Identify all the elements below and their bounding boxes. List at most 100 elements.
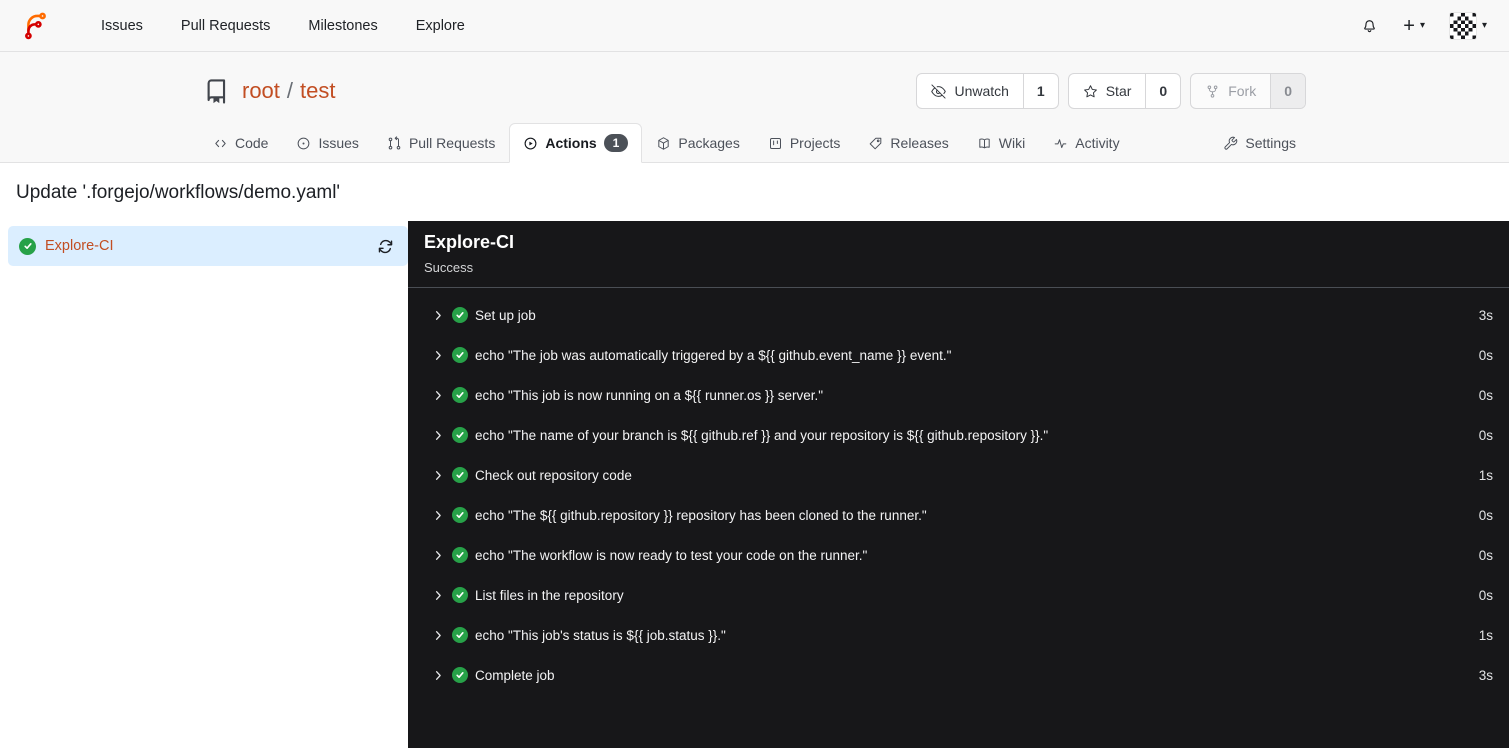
- step-row[interactable]: List files in the repository 0s: [408, 575, 1509, 615]
- repo-tabs: Code Issues Pull Requests Actions 1 Pack…: [191, 123, 1318, 164]
- watch-count[interactable]: 1: [1022, 74, 1058, 108]
- step-duration: 1s: [1478, 627, 1493, 643]
- success-check-icon: [452, 507, 468, 524]
- success-check-icon: [452, 627, 468, 644]
- chevron-right-icon: [432, 549, 445, 562]
- step-row[interactable]: echo "The job was automatically triggere…: [408, 335, 1509, 375]
- success-check-icon: [19, 237, 36, 255]
- nav-item-explore[interactable]: Explore: [397, 0, 484, 52]
- refresh-icon[interactable]: [377, 238, 394, 255]
- step-duration: 0s: [1478, 547, 1493, 563]
- step-row[interactable]: echo "The ${{ github.repository }} repos…: [408, 495, 1509, 535]
- step-row[interactable]: echo "This job's status is ${{ job.statu…: [408, 615, 1509, 655]
- bell-icon: [1364, 20, 1376, 33]
- step-duration: 0s: [1478, 387, 1493, 403]
- step-duration: 3s: [1478, 307, 1493, 323]
- repo-name-link[interactable]: test: [300, 78, 335, 104]
- actions-run-page: Update '.forgejo/workflows/demo.yaml' Ex…: [0, 163, 1509, 749]
- chevron-right-icon: [432, 669, 445, 682]
- nav-item-milestones[interactable]: Milestones: [289, 0, 396, 52]
- tab-pull-requests[interactable]: Pull Requests: [373, 124, 509, 162]
- success-check-icon: [452, 387, 468, 404]
- chevron-right-icon: [432, 509, 445, 522]
- job-log-panel: Explore-CI Success Set up job 3s echo "T…: [408, 221, 1509, 749]
- issue-circle-icon: [298, 137, 310, 150]
- fork-button: Fork 0: [1190, 73, 1306, 109]
- star-label: Star: [1105, 83, 1132, 99]
- step-duration: 3s: [1478, 667, 1493, 683]
- step-row[interactable]: Check out repository code 1s: [408, 455, 1509, 495]
- sidebar-job-explore-ci[interactable]: Explore-CI: [8, 226, 408, 267]
- jobs-sidebar: Explore-CI: [0, 221, 408, 749]
- tab-actions[interactable]: Actions 1: [509, 123, 643, 164]
- tab-code[interactable]: Code: [199, 124, 282, 162]
- step-duration: 0s: [1478, 507, 1493, 523]
- success-check-icon: [452, 587, 468, 604]
- chevron-right-icon: [432, 389, 445, 402]
- step-row[interactable]: echo "The name of your branch is ${{ git…: [408, 415, 1509, 455]
- unwatch-button[interactable]: Unwatch 1: [916, 73, 1059, 109]
- repo-title-row: root / test Unwatch 1 Star 0 Fork 0: [191, 72, 1318, 110]
- forgejo-logo-icon[interactable]: [22, 12, 50, 40]
- play-circle-icon: [524, 137, 537, 150]
- step-duration: 0s: [1478, 427, 1493, 443]
- success-check-icon: [452, 547, 468, 564]
- chevron-right-icon: [432, 429, 445, 442]
- code-icon: [215, 139, 226, 148]
- notifications-button[interactable]: [1360, 16, 1379, 35]
- project-board-icon: [769, 137, 781, 149]
- fork-count: 0: [1270, 74, 1305, 108]
- tab-packages[interactable]: Packages: [642, 124, 753, 162]
- nav-item-issues[interactable]: Issues: [82, 0, 162, 52]
- tab-projects[interactable]: Projects: [754, 124, 855, 162]
- repository-icon: [207, 78, 226, 104]
- actions-count-badge: 1: [603, 134, 629, 153]
- nav-item-pull-requests[interactable]: Pull Requests: [162, 0, 289, 52]
- fork-label: Fork: [1228, 83, 1257, 99]
- pull-request-icon: [388, 136, 401, 150]
- step-duration: 0s: [1478, 347, 1493, 363]
- job-status: Success: [424, 260, 474, 276]
- chevron-down-icon: ▾: [1481, 20, 1487, 31]
- tab-wiki[interactable]: Wiki: [963, 124, 1039, 162]
- tag-icon: [870, 137, 882, 150]
- tab-activity[interactable]: Activity: [1039, 124, 1133, 162]
- eye-slash-icon: [931, 83, 947, 99]
- tab-releases[interactable]: Releases: [854, 124, 962, 162]
- job-title: Explore-CI: [424, 232, 515, 253]
- package-icon: [658, 137, 670, 150]
- book-open-icon: [979, 138, 990, 149]
- chevron-down-icon: ▾: [1419, 20, 1425, 31]
- chevron-right-icon: [432, 309, 445, 322]
- tab-settings[interactable]: Settings: [1209, 124, 1310, 162]
- avatar: [1448, 11, 1477, 40]
- success-check-icon: [452, 427, 468, 444]
- navbar-right: + ▾ ▾: [1360, 11, 1487, 40]
- step-duration: 1s: [1478, 467, 1493, 483]
- repo-action-buttons: Unwatch 1 Star 0 Fork 0: [916, 73, 1306, 109]
- success-check-icon: [452, 347, 468, 364]
- success-check-icon: [452, 667, 468, 684]
- chevron-right-icon: [432, 349, 445, 362]
- pulse-icon: [1054, 139, 1067, 148]
- step-list: Set up job 3s echo "The job was automati…: [408, 288, 1509, 695]
- success-check-icon: [452, 467, 468, 484]
- star-count[interactable]: 0: [1145, 74, 1180, 108]
- step-row[interactable]: echo "This job is now running on a ${{ r…: [408, 375, 1509, 415]
- user-menu-button[interactable]: ▾: [1448, 11, 1487, 40]
- create-new-button[interactable]: + ▾: [1403, 16, 1425, 36]
- star-icon: [1083, 84, 1097, 97]
- repo-header: root / test Unwatch 1 Star 0 Fork 0 Code…: [0, 52, 1509, 164]
- repo-separator: /: [286, 78, 294, 103]
- page-title: Update '.forgejo/workflows/demo.yaml': [16, 182, 341, 204]
- tab-issues[interactable]: Issues: [282, 124, 372, 162]
- unwatch-label: Unwatch: [954, 83, 1009, 99]
- star-button[interactable]: Star 0: [1067, 73, 1182, 109]
- tools-icon: [1224, 136, 1238, 150]
- step-duration: 0s: [1478, 587, 1493, 603]
- step-row[interactable]: Complete job 3s: [408, 655, 1509, 695]
- step-row[interactable]: Set up job 3s: [408, 295, 1509, 335]
- step-row[interactable]: echo "The workflow is now ready to test …: [408, 535, 1509, 575]
- repo-owner-link[interactable]: root: [242, 78, 280, 104]
- top-navbar: Issues Pull Requests Milestones Explore …: [0, 0, 1509, 52]
